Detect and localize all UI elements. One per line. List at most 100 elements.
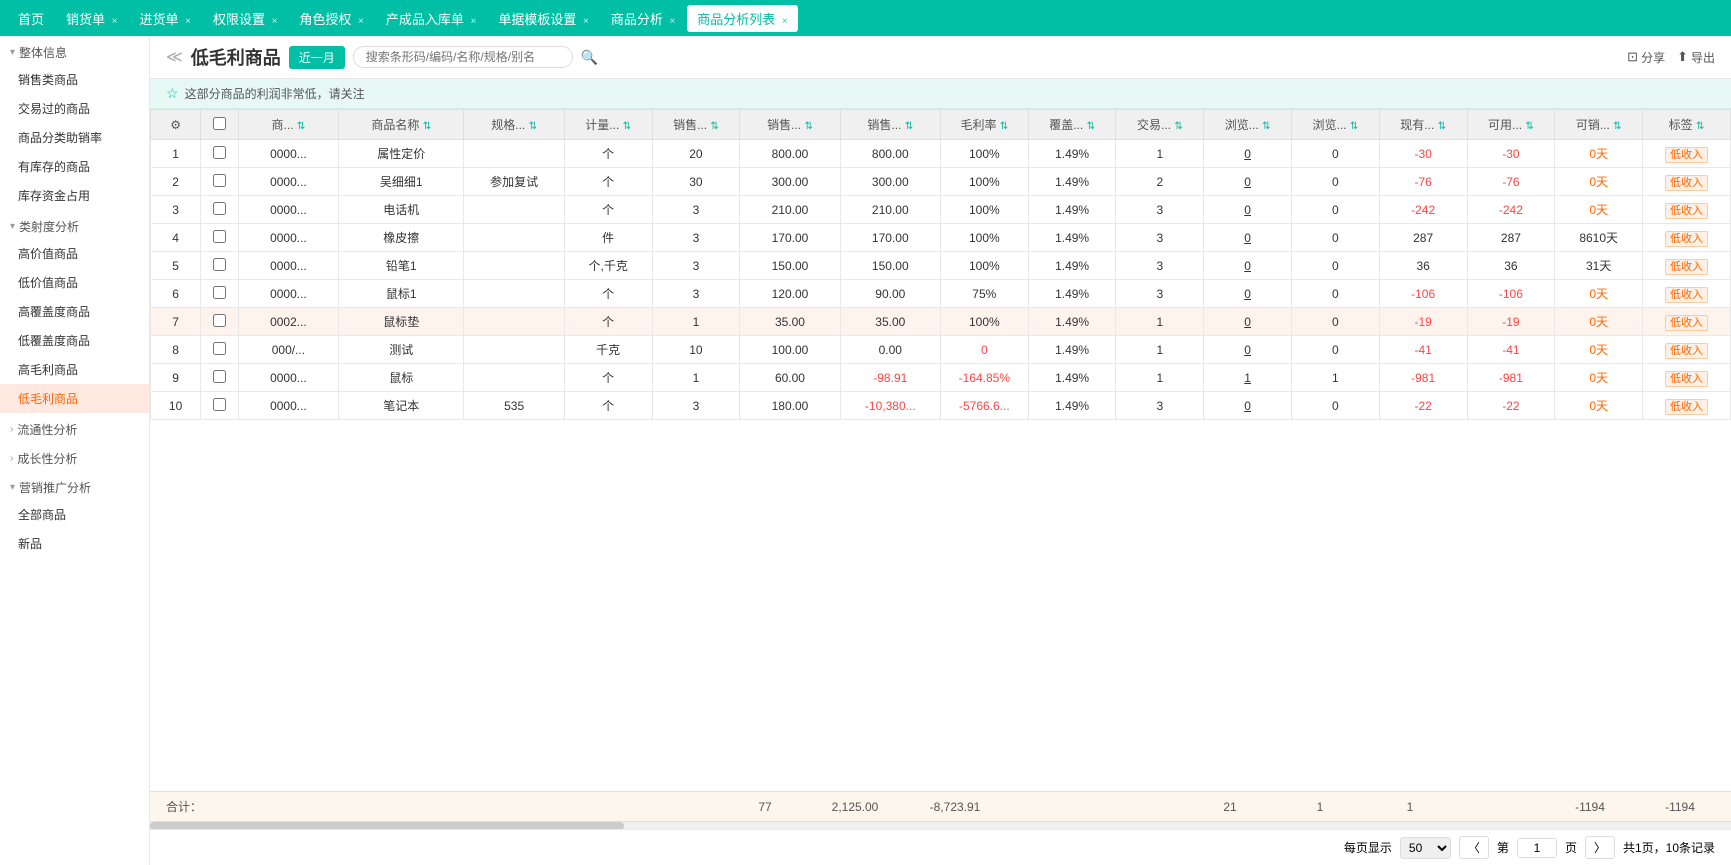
close-sales-order-icon[interactable]: × [112,16,118,27]
row-browse1[interactable]: 0 [1204,224,1292,252]
browse1-link[interactable]: 0 [1244,399,1251,413]
per-page-select[interactable]: 50 10 20 100 [1400,837,1451,859]
sidebar-item-low-coverage[interactable]: 低覆盖度商品 [0,326,149,355]
col-unit[interactable]: 计量... ⇅ [564,110,652,140]
browse1-link[interactable]: 0 [1244,343,1251,357]
row-select-checkbox[interactable] [213,146,226,159]
row-checkbox[interactable] [201,392,239,420]
browse1-link[interactable]: 0 [1244,175,1251,189]
sidebar-group-category[interactable]: ▾ 类射度分析 [0,210,149,239]
col-sales-amount[interactable]: 销售... ⇅ [740,110,840,140]
row-browse1[interactable]: 0 [1204,308,1292,336]
search-icon[interactable]: 🔍 [581,49,598,66]
sidebar-item-all-products[interactable]: 全部商品 [0,500,149,529]
row-browse1[interactable]: 0 [1204,196,1292,224]
nav-analysis-list[interactable]: 商品分析列表 × [687,5,797,32]
row-browse1[interactable]: 0 [1204,252,1292,280]
next-page-btn[interactable]: 〉 [1585,836,1615,859]
col-sellable-days[interactable]: 可销... ⇅ [1555,110,1643,140]
row-select-checkbox[interactable] [213,398,226,411]
nav-role-auth[interactable]: 角色授权 × [289,5,373,32]
col-coverage[interactable]: 覆盖... ⇅ [1028,110,1116,140]
horizontal-scrollbar[interactable] [150,821,1731,829]
row-browse1[interactable]: 0 [1204,336,1292,364]
sidebar-item-high-margin[interactable]: 高毛利商品 [0,355,149,384]
col-available[interactable]: 可用... ⇅ [1467,110,1555,140]
col-spec[interactable]: 规格... ⇅ [464,110,564,140]
col-code[interactable]: 商... ⇅ [238,110,338,140]
sidebar-item-low-value[interactable]: 低价值商品 [0,268,149,297]
row-select-checkbox[interactable] [213,258,226,271]
browse1-link[interactable]: 0 [1244,287,1251,301]
row-select-checkbox[interactable] [213,342,226,355]
close-permissions-icon[interactable]: × [272,16,278,27]
row-select-checkbox[interactable] [213,202,226,215]
row-checkbox[interactable] [201,252,239,280]
close-analysis-icon[interactable]: × [669,16,675,27]
nav-sales-order[interactable]: 销货单 × [56,5,127,32]
sidebar-item-stock-capital[interactable]: 库存资金占用 [0,181,149,210]
row-select-checkbox[interactable] [213,314,226,327]
browse1-link[interactable]: 0 [1244,259,1251,273]
share-btn[interactable]: ⊡ 分享 [1627,49,1665,66]
row-select-checkbox[interactable] [213,370,226,383]
col-settings[interactable]: ⚙ [151,110,201,140]
nav-purchase-order[interactable]: 进货单 × [129,5,200,32]
col-tag[interactable]: 标签 ⇅ [1643,110,1731,140]
row-browse1[interactable]: 0 [1204,168,1292,196]
sidebar-item-category-rate[interactable]: 商品分类助销率 [0,123,149,152]
col-stock[interactable]: 现有... ⇅ [1379,110,1467,140]
page-number-input[interactable] [1517,838,1557,858]
nav-permissions[interactable]: 权限设置 × [203,5,287,32]
nav-product-analysis[interactable]: 商品分析 × [601,5,685,32]
sidebar-group-flow[interactable]: › 流通性分析 [0,413,149,442]
row-browse1[interactable]: 0 [1204,140,1292,168]
row-checkbox[interactable] [201,308,239,336]
sidebar-group-growth[interactable]: › 成长性分析 [0,442,149,471]
close-purchase-order-icon[interactable]: × [185,16,191,27]
nav-home[interactable]: 首页 [8,5,54,32]
nav-template-settings[interactable]: 单据模板设置 × [488,5,598,32]
col-sales-qty[interactable]: 销售... ⇅ [652,110,740,140]
sidebar-group-marketing[interactable]: ▾ 营销推广分析 [0,471,149,500]
collapse-sidebar-btn[interactable]: ≪ [166,47,183,67]
sidebar-item-high-value[interactable]: 高价值商品 [0,239,149,268]
row-select-checkbox[interactable] [213,286,226,299]
row-checkbox[interactable] [201,224,239,252]
col-gross-rate[interactable]: 毛利率 ⇅ [940,110,1028,140]
sidebar-item-sales-products[interactable]: 销售类商品 [0,65,149,94]
col-browse1[interactable]: 浏览... ⇅ [1204,110,1292,140]
row-browse1[interactable]: 0 [1204,280,1292,308]
row-checkbox[interactable] [201,196,239,224]
row-checkbox[interactable] [201,364,239,392]
row-browse1[interactable]: 1 [1204,364,1292,392]
export-btn[interactable]: ⬆ 导出 [1677,49,1715,66]
col-checkbox[interactable] [201,110,239,140]
sidebar-item-in-stock[interactable]: 有库存的商品 [0,152,149,181]
filter-recent-month-btn[interactable]: 近一月 [289,46,345,69]
close-role-auth-icon[interactable]: × [358,16,364,27]
row-select-checkbox[interactable] [213,174,226,187]
row-checkbox[interactable] [201,168,239,196]
browse1-link[interactable]: 0 [1244,315,1251,329]
sidebar-item-high-coverage[interactable]: 高覆盖度商品 [0,297,149,326]
row-browse1[interactable]: 0 [1204,392,1292,420]
prev-page-btn[interactable]: 〈 [1459,836,1489,859]
sidebar-item-new-products[interactable]: 新品 [0,529,149,558]
close-template-icon[interactable]: × [583,16,589,27]
search-input[interactable] [353,46,573,68]
browse1-link[interactable]: 0 [1244,203,1251,217]
sidebar-group-overall[interactable]: ▾ 整体信息 [0,36,149,65]
col-browse2[interactable]: 浏览... ⇅ [1292,110,1380,140]
browse1-link[interactable]: 0 [1244,147,1251,161]
nav-product-entry[interactable]: 产成品入库单 × [376,5,486,32]
browse1-link[interactable]: 0 [1244,231,1251,245]
sidebar-item-traded-products[interactable]: 交易过的商品 [0,94,149,123]
row-checkbox[interactable] [201,280,239,308]
col-sales-profit[interactable]: 销售... ⇅ [840,110,940,140]
select-all-checkbox[interactable] [213,117,226,130]
col-trade[interactable]: 交易... ⇅ [1116,110,1204,140]
row-select-checkbox[interactable] [213,230,226,243]
sidebar-item-low-margin[interactable]: 低毛利商品 [0,384,149,413]
close-analysis-list-icon[interactable]: × [782,16,788,27]
